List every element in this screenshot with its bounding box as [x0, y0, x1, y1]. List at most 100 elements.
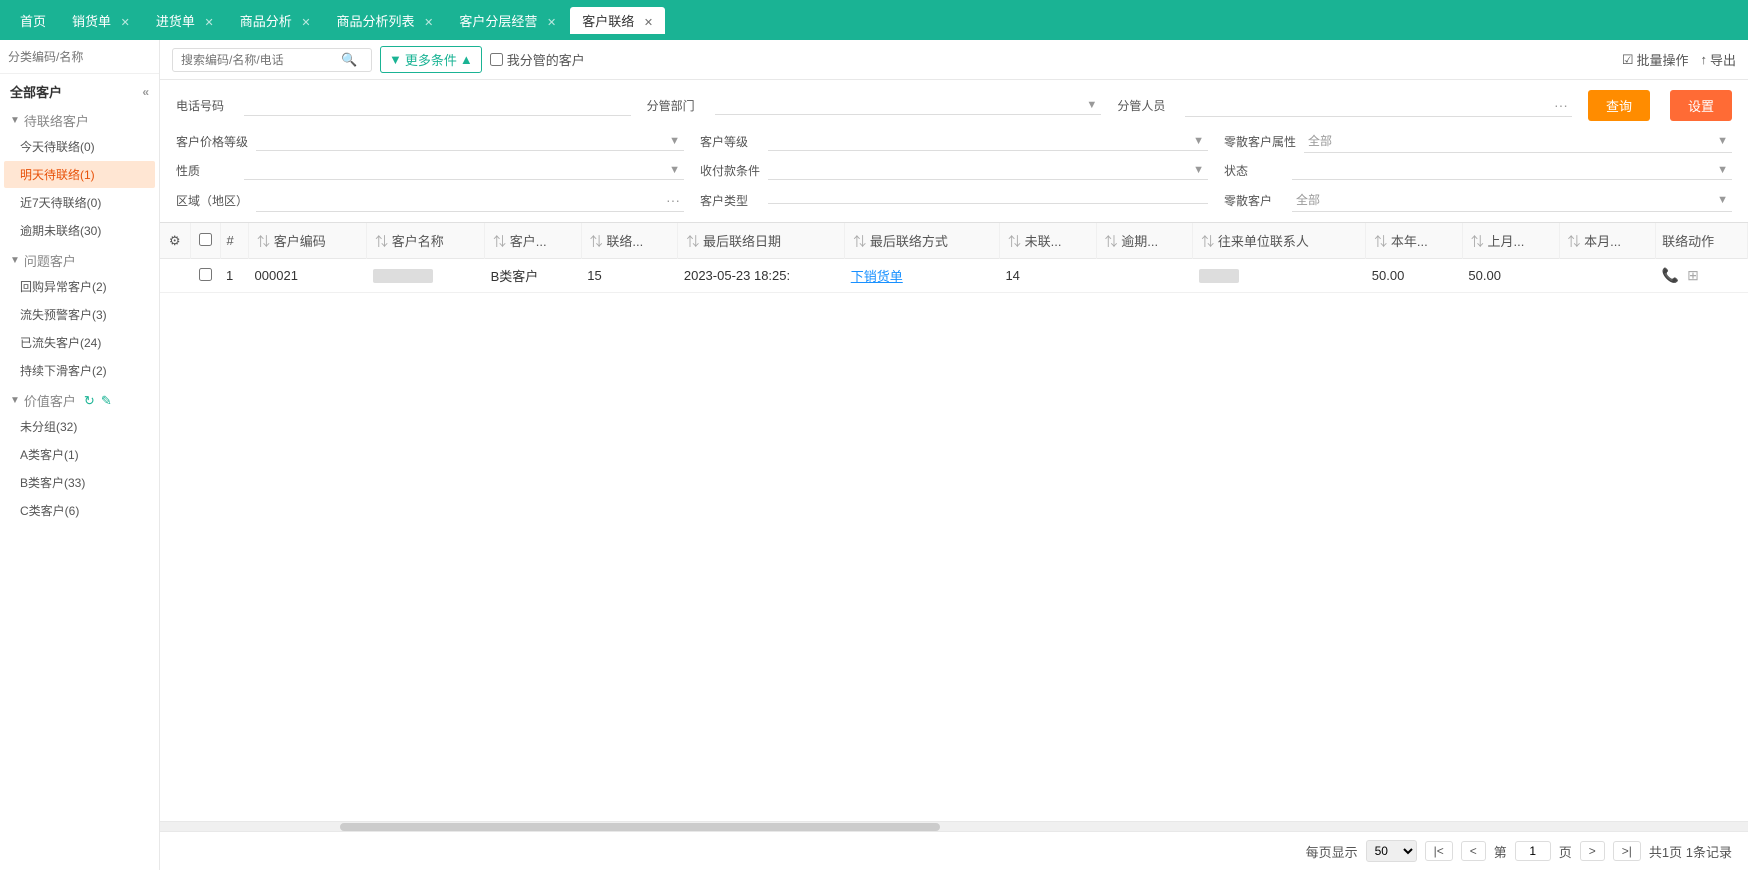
- export-btn[interactable]: ↑ 导出: [1700, 50, 1736, 69]
- sidebar-item-class-a[interactable]: A类客户(1): [4, 441, 155, 468]
- payment-select[interactable]: ▼: [768, 161, 1208, 180]
- close-product-analysis-list-icon[interactable]: ✕: [424, 17, 433, 29]
- customer-level-select[interactable]: ▼: [768, 132, 1208, 151]
- batch-action-label: 批量操作: [1636, 50, 1688, 69]
- row-last-month: 50.00: [1462, 259, 1559, 293]
- nature-select[interactable]: ▼: [244, 161, 684, 180]
- group-triangle-icon: ▼: [10, 115, 20, 126]
- close-customer-segments-icon[interactable]: ✕: [547, 17, 556, 29]
- sidebar-item-declining[interactable]: 持续下滑客户(2): [4, 357, 155, 384]
- sidebar-search-input[interactable]: [8, 50, 160, 64]
- more-conditions-btn[interactable]: ▼ 更多条件 ▲: [380, 46, 482, 73]
- reset-btn[interactable]: 设置: [1670, 90, 1732, 121]
- retail-customer-select[interactable]: 全部 ▼: [1292, 188, 1732, 212]
- nav-customer-segments[interactable]: 客户分层经营 ✕: [447, 7, 568, 34]
- phone-action-icon[interactable]: 📞: [1662, 267, 1679, 284]
- total-records: 共1页 1条记录: [1649, 842, 1732, 861]
- col-action: 联络动作: [1656, 223, 1748, 259]
- my-customers-checkbox[interactable]: [490, 53, 503, 66]
- row-contacts: 15: [581, 259, 678, 293]
- sidebar-item-class-c[interactable]: C类客户(6): [4, 497, 155, 524]
- table-row: 1 000021 B类客户 15 2023-05-23 18:25: 下销货单 …: [160, 259, 1748, 293]
- sidebar-item-class-b[interactable]: B类客户(33): [4, 469, 155, 496]
- status-chevron-icon: ▼: [1717, 164, 1728, 176]
- person-dots-icon[interactable]: ···: [1554, 97, 1568, 113]
- phone-field: 电话号码: [176, 95, 631, 116]
- close-sales-order-icon[interactable]: ✕: [121, 17, 130, 29]
- close-product-analysis-icon[interactable]: ✕: [301, 17, 310, 29]
- scrollbar-thumb[interactable]: [340, 823, 940, 831]
- customer-level-field: 客户等级 ▼: [700, 132, 1208, 151]
- col-name: ⇅ 客户名称: [367, 223, 485, 259]
- customer-level-label: 客户等级: [700, 133, 760, 150]
- price-level-select[interactable]: ▼: [256, 132, 684, 151]
- customer-type-select[interactable]: [768, 197, 1208, 204]
- grid-action-icon[interactable]: ⊞: [1687, 267, 1699, 284]
- sidebar-item-repurchase-abnormal[interactable]: 回购异常客户(2): [4, 273, 155, 300]
- nav-purchase-order[interactable]: 进货单 ✕: [144, 7, 226, 34]
- region-dots-icon[interactable]: ···: [666, 192, 680, 208]
- select-all-checkbox[interactable]: [199, 233, 212, 246]
- retail-attr-field: 零散客户属性 全部 ▼: [1224, 129, 1732, 153]
- sort-icon7: ⇅: [1008, 234, 1021, 249]
- all-customers-header[interactable]: 全部客户 «: [0, 74, 159, 105]
- status-select[interactable]: ▼: [1292, 161, 1732, 180]
- sort-icon11: ⇅: [1471, 234, 1484, 249]
- per-page-select[interactable]: 50 100 200: [1366, 840, 1417, 862]
- sidebar-item-churn-warning[interactable]: 流失预警客户(3): [4, 301, 155, 328]
- search-box: 🔍: [172, 48, 372, 72]
- filter-bar: 🔍 ▼ 更多条件 ▲ 我分管的客户 ☑ 批量操作 ↑ 导出: [160, 40, 1748, 80]
- sidebar-item-ungrouped[interactable]: 未分组(32): [4, 413, 155, 440]
- problem-customers-label: 问题客户: [24, 251, 76, 270]
- nav-home[interactable]: 首页: [8, 7, 58, 34]
- col-gear[interactable]: ⚙: [160, 223, 190, 259]
- first-page-btn[interactable]: |<: [1425, 841, 1453, 861]
- nav-customer-contact[interactable]: 客户联络 ✕: [570, 7, 665, 34]
- close-purchase-order-icon[interactable]: ✕: [204, 17, 213, 29]
- next-page-btn[interactable]: >: [1580, 841, 1605, 861]
- search-input[interactable]: [181, 53, 341, 67]
- batch-action-btn[interactable]: ☑ 批量操作: [1622, 50, 1689, 69]
- edit-icon[interactable]: ✎: [101, 393, 112, 409]
- nav-sales-order[interactable]: 销货单 ✕: [60, 7, 142, 34]
- sidebar-item-overdue-pending[interactable]: 逾期未联络(30): [4, 217, 155, 244]
- col-last-method: ⇅ 最后联络方式: [845, 223, 1000, 259]
- person-select[interactable]: ···: [1185, 94, 1572, 117]
- refresh-icon[interactable]: ↻: [84, 393, 95, 409]
- last-page-btn[interactable]: >|: [1613, 841, 1641, 861]
- row-checkbox[interactable]: [199, 268, 212, 281]
- prev-page-btn[interactable]: <: [1461, 841, 1486, 861]
- close-customer-contact-icon[interactable]: ✕: [644, 17, 653, 29]
- sidebar-item-churned[interactable]: 已流失客户(24): [4, 329, 155, 356]
- col-last-month: ⇅ 上月...: [1462, 223, 1559, 259]
- retail-attr-label: 零散客户属性: [1224, 133, 1296, 150]
- last-method-link[interactable]: 下销货单: [851, 269, 903, 284]
- col-this-month: ⇅ 本月...: [1559, 223, 1656, 259]
- sort-icon4: ⇅: [590, 234, 603, 249]
- sidebar-item-today-pending[interactable]: 今天待联络(0): [4, 133, 155, 160]
- dept-select[interactable]: ▼: [715, 96, 1102, 115]
- col-this-year: ⇅ 本年...: [1366, 223, 1463, 259]
- page-number-input[interactable]: [1515, 841, 1551, 861]
- row-contact-person: [1193, 259, 1366, 293]
- horizontal-scrollbar[interactable]: [160, 821, 1748, 831]
- row-gear: [160, 259, 190, 293]
- region-label: 区域（地区）: [176, 192, 248, 209]
- col-code: ⇅ 客户编码: [249, 223, 367, 259]
- row-code: 000021: [249, 259, 367, 293]
- phone-input[interactable]: [244, 95, 631, 116]
- row-overdue: [1096, 259, 1193, 293]
- nav-product-analysis[interactable]: 商品分析 ✕: [228, 7, 323, 34]
- customer-level-chevron-icon: ▼: [1193, 135, 1204, 147]
- sidebar-item-tomorrow-pending[interactable]: 明天待联络(1): [4, 161, 155, 188]
- search-icon[interactable]: 🔍: [341, 52, 357, 68]
- query-btn[interactable]: 查询: [1588, 90, 1650, 121]
- retail-customer-chevron-icon: ▼: [1717, 194, 1728, 206]
- col-num: #: [220, 223, 249, 259]
- filter-actions: ☑ 批量操作 ↑ 导出: [1622, 50, 1736, 69]
- region-select[interactable]: ···: [256, 189, 684, 212]
- retail-attr-select[interactable]: 全部 ▼: [1304, 129, 1732, 153]
- nav-product-analysis-list[interactable]: 商品分析列表 ✕: [325, 7, 446, 34]
- sidebar-item-7days-pending[interactable]: 近7天待联络(0): [4, 189, 155, 216]
- action-icons: 📞 ⊞: [1662, 267, 1742, 284]
